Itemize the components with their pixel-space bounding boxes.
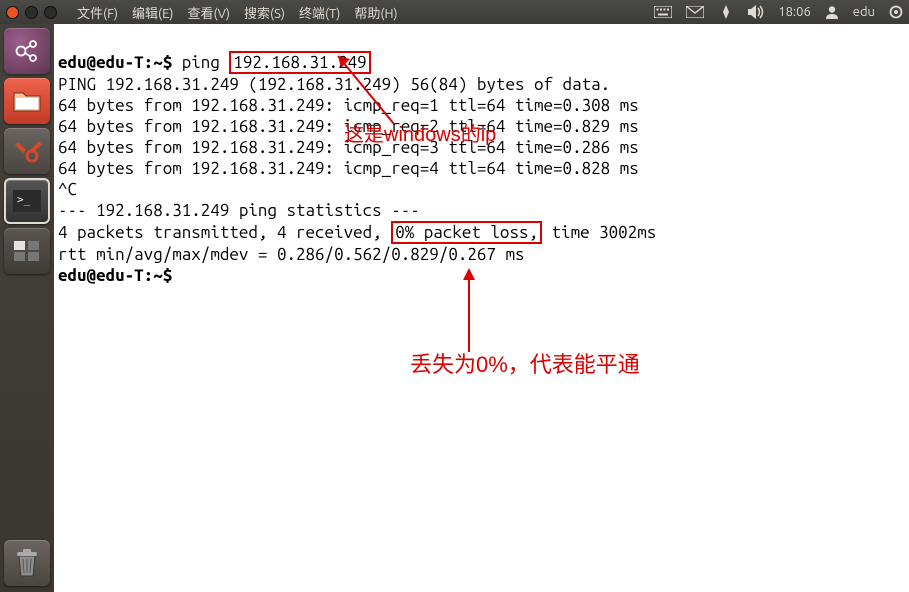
workspace-icon[interactable]	[4, 228, 50, 274]
output-line: 64 bytes from 192.168.31.249: icmp_req=4…	[58, 159, 639, 178]
menu-search[interactable]: 搜索(S)	[244, 3, 285, 22]
terminal-icon[interactable]: >_	[4, 178, 50, 224]
menu-edit[interactable]: 编辑(E)	[132, 3, 173, 22]
annotation-loss: 丢失为0%，代表能平通	[410, 354, 640, 375]
mail-icon[interactable]	[686, 6, 704, 18]
keyboard-icon[interactable]	[654, 6, 672, 18]
dash-icon[interactable]	[4, 28, 50, 74]
output-line: PING 192.168.31.249 (192.168.31.249) 56(…	[58, 75, 610, 94]
system-tray: 18:06 edu	[654, 5, 903, 19]
network-icon[interactable]	[718, 5, 734, 19]
user-icon	[825, 5, 839, 19]
prompt: edu@edu-T:~$	[58, 53, 182, 72]
trash-icon[interactable]	[4, 540, 50, 586]
minimize-button[interactable]	[25, 6, 38, 19]
svg-text:>_: >_	[17, 193, 31, 206]
maximize-button[interactable]	[44, 6, 57, 19]
username[interactable]: edu	[853, 5, 875, 19]
ip-highlight: 192.168.31.249	[229, 51, 370, 74]
files-icon[interactable]	[4, 78, 50, 124]
unity-launcher: >_	[0, 24, 54, 592]
menubar: 文件(F) 编辑(E) 查看(V) 搜索(S) 终端(T) 帮助(H) 18:0…	[0, 0, 909, 24]
output-line: --- 192.168.31.249 ping statistics ---	[58, 201, 420, 220]
terminal-output[interactable]: edu@edu-T:~$ ping 192.168.31.249 PING 19…	[54, 24, 909, 592]
arrow-to-loss	[444, 262, 494, 354]
output-line: 4 packets transmitted, 4 received,	[58, 223, 391, 242]
clock[interactable]: 18:06	[778, 5, 811, 19]
output-line: time 3002ms	[542, 223, 656, 242]
settings-icon[interactable]	[4, 128, 50, 174]
volume-icon[interactable]	[748, 5, 764, 19]
command-text: ping	[182, 53, 230, 72]
close-button[interactable]	[6, 6, 19, 19]
annotation-ip: 这是windows的ip	[344, 125, 496, 146]
window-buttons	[6, 6, 57, 19]
output-line: ^C	[58, 180, 77, 199]
menu-view[interactable]: 查看(V)	[188, 3, 230, 22]
menu-terminal[interactable]: 终端(T)	[299, 3, 340, 22]
gear-icon[interactable]	[889, 5, 903, 19]
menu-help[interactable]: 帮助(H)	[354, 3, 397, 22]
packet-loss-highlight: 0% packet loss,	[391, 221, 542, 244]
output-line: rtt min/avg/max/mdev = 0.286/0.562/0.829…	[58, 245, 524, 264]
output-line: 64 bytes from 192.168.31.249: icmp_req=1…	[58, 96, 639, 115]
menu-file[interactable]: 文件(F)	[77, 3, 118, 22]
prompt: edu@edu-T:~$	[58, 266, 182, 285]
